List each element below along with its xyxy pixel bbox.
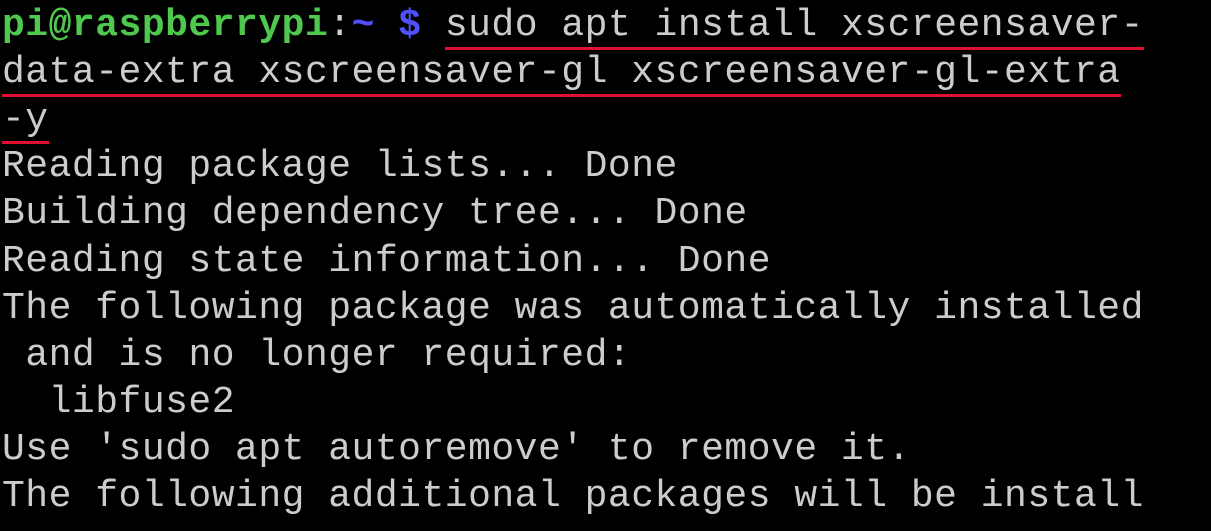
output-line-4: The following package was automatically … [2,287,1144,330]
command-part-1: sudo apt install xscreensaver- [445,4,1144,50]
output-line-1: Reading package lists... Done [2,145,678,188]
command-part-2: data-extra xscreensaver-gl xscreensaver-… [2,51,1121,97]
output-line-8: The following additional packages will b… [2,475,1144,518]
terminal-window[interactable]: pi@raspberrypi:~ $ sudo apt install xscr… [2,2,1209,520]
prompt-user-host: pi@raspberrypi [2,4,328,47]
output-line-6: libfuse2 [2,381,235,424]
output-line-2: Building dependency tree... Done [2,192,748,235]
output-line-5: and is no longer required: [2,334,631,377]
output-line-7: Use 'sudo apt autoremove' to remove it. [2,428,911,471]
command-part-3: -y [2,98,49,144]
prompt-colon: : [328,4,351,47]
output-line-3: Reading state information... Done [2,240,771,283]
prompt-dollar: $ [375,4,445,47]
prompt-path: ~ [352,4,375,47]
